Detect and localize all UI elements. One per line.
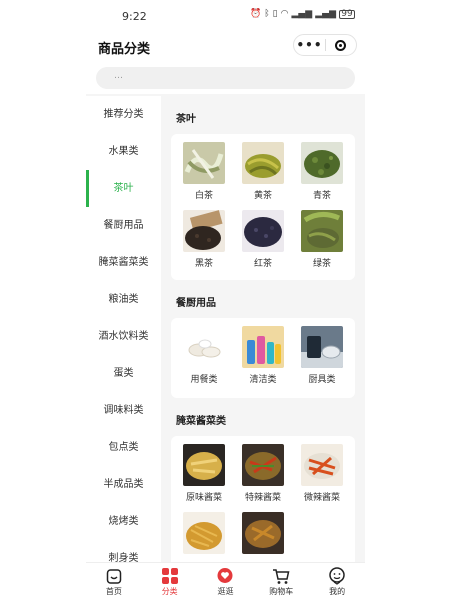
subcategory-label: 原味酱菜 <box>185 493 222 503</box>
yellow-tea-photo <box>242 142 284 184</box>
sidebar-item-tea[interactable]: 茶叶 <box>86 170 161 207</box>
red-tea-photo <box>242 210 284 252</box>
subcategory-label: 红茶 <box>253 259 272 269</box>
subcategory-label: 厨具类 <box>308 375 336 385</box>
subcategory-extra-spicy-pickles[interactable]: 特辣酱菜 <box>238 444 288 503</box>
mild-spicy-pickles-photo <box>301 444 343 486</box>
cleaning-bottles-photo <box>242 326 284 368</box>
section-title-tea: 茶叶 <box>176 114 196 125</box>
tab-browse[interactable]: 逛逛 <box>198 563 254 600</box>
page-title: 商品分类 <box>98 42 151 57</box>
sidebar-item-fruit[interactable]: 水果类 <box>86 133 161 170</box>
tab-label: 逛逛 <box>217 587 234 596</box>
search-input[interactable]: … <box>96 67 355 89</box>
profile-face-icon <box>328 567 346 585</box>
sidebar-item-pickles[interactable]: 腌菜酱菜类 <box>86 244 161 281</box>
subcategory-plain-pickles[interactable]: 原味酱菜 <box>179 444 229 503</box>
subcategory-yellow-tea[interactable]: 黄茶 <box>238 142 288 201</box>
wifi-icon: ◠ <box>280 9 289 19</box>
subcategory-label: 白茶 <box>194 191 213 201</box>
close-mini-program-button[interactable] <box>326 39 356 51</box>
subcategory-oolong-tea[interactable]: 青茶 <box>297 142 347 201</box>
subcategory-label: 特辣酱菜 <box>244 493 281 503</box>
sidebar-item-eggs[interactable]: 蛋类 <box>86 355 161 392</box>
category-sidebar: 推荐分类 水果类 茶叶 餐厨用品 腌菜酱菜类 粮油类 酒水饮料类 蛋类 调味料类… <box>86 96 161 562</box>
subcategory-tableware[interactable]: 用餐类 <box>179 326 229 385</box>
signal2-icon: ▂▄▆ <box>315 9 336 19</box>
section-title-kitchenware: 餐厨用品 <box>176 298 216 309</box>
subcategory-label: 微辣酱菜 <box>303 493 340 503</box>
tab-label: 我的 <box>329 587 346 596</box>
status-icons: ⏰ ᛒ ▯ ◠ ▂▄▆ ▂▄▆ 99 <box>250 9 355 19</box>
tab-category[interactable]: 分类 <box>142 563 198 600</box>
signal-icon: ▂▄▆ <box>291 9 313 19</box>
bluetooth-icon: ᛒ <box>264 9 270 19</box>
cookware-photo <box>301 326 343 368</box>
tableware-photo <box>183 326 225 368</box>
green-leaf-tea-photo <box>301 142 343 184</box>
subcategory-label: 用餐类 <box>190 375 218 385</box>
subcategory-label: 绿茶 <box>312 259 331 269</box>
tab-label: 分类 <box>161 587 178 596</box>
extra-spicy-pickles-photo <box>242 444 284 486</box>
subcategory-cookware[interactable]: 厨具类 <box>297 326 347 385</box>
subcategory-dark-tea[interactable]: 黑茶 <box>179 210 229 269</box>
subcategory-label: 清洁类 <box>249 375 277 385</box>
cart-icon <box>272 567 290 585</box>
sidebar-item-grain-oil[interactable]: 粮油类 <box>86 281 161 318</box>
section-title-pickles: 腌菜酱菜类 <box>176 416 226 427</box>
pickled-strips-photo <box>183 512 225 554</box>
vibrate-icon: ▯ <box>272 9 278 19</box>
app-screen: 9:22 ⏰ ᛒ ▯ ◠ ▂▄▆ ▂▄▆ 99 商品分类 ••• … 推荐分类 … <box>86 0 365 600</box>
tab-home[interactable]: 首页 <box>86 563 142 600</box>
plain-pickles-photo <box>183 444 225 486</box>
subcategory-red-tea[interactable]: 红茶 <box>238 210 288 269</box>
sidebar-item-semi-finished[interactable]: 半成品类 <box>86 466 161 503</box>
subcategory-pickled-mix[interactable] <box>238 512 288 558</box>
subcategory-green-tea[interactable]: 绿茶 <box>297 210 347 269</box>
category-grid-icon <box>161 567 179 585</box>
sidebar-item-kitchenware[interactable]: 餐厨用品 <box>86 207 161 244</box>
tab-label: 购物车 <box>269 587 294 596</box>
subcategory-label: 青茶 <box>312 191 331 201</box>
pickles-card: 原味酱菜 特辣酱菜 微辣酱菜 <box>171 436 355 562</box>
smile-bag-icon <box>105 567 123 585</box>
sidebar-item-seasoning[interactable]: 调味料类 <box>86 392 161 429</box>
tab-profile[interactable]: 我的 <box>309 563 365 600</box>
green-tea-photo <box>301 210 343 252</box>
subcategory-mild-spicy-pickles[interactable]: 微辣酱菜 <box>297 444 347 503</box>
subcategory-label: 黄茶 <box>253 191 272 201</box>
tab-label: 首页 <box>105 587 122 596</box>
target-icon <box>335 39 347 51</box>
status-time: 9:22 <box>122 10 147 23</box>
white-tea-photo <box>183 142 225 184</box>
kitchenware-card: 用餐类 清洁类 厨具类 <box>171 318 355 398</box>
pickled-mix-photo <box>242 512 284 554</box>
subcategory-cleaning[interactable]: 清洁类 <box>238 326 288 385</box>
subcategory-white-tea[interactable]: 白茶 <box>179 142 229 201</box>
sidebar-item-bbq[interactable]: 烧烤类 <box>86 503 161 540</box>
sidebar-item-drinks[interactable]: 酒水饮料类 <box>86 318 161 355</box>
sidebar-item-buns[interactable]: 包点类 <box>86 429 161 466</box>
mini-program-capsule: ••• <box>293 34 357 56</box>
search-bar-container: … <box>86 62 365 94</box>
more-icon[interactable]: ••• <box>294 35 325 55</box>
tab-cart[interactable]: 购物车 <box>253 563 309 600</box>
search-placeholder: … <box>114 71 124 81</box>
black-tea-photo <box>183 210 225 252</box>
nav-bar: 商品分类 ••• <box>86 30 365 62</box>
heart-chat-icon <box>216 567 234 585</box>
sidebar-item-recommend[interactable]: 推荐分类 <box>86 96 161 133</box>
sidebar-item-sashimi[interactable]: 刺身类 <box>86 540 161 562</box>
status-bar: 9:22 ⏰ ᛒ ▯ ◠ ▂▄▆ ▂▄▆ 99 <box>86 0 365 30</box>
battery-icon: 99 <box>339 9 355 19</box>
category-content: 茶叶 白茶 黄茶 青茶 黑茶 红茶 绿茶 餐厨用品 用餐类 清洁类 厨具类 腌菜… <box>165 96 361 562</box>
subcategory-label: 黑茶 <box>194 259 213 269</box>
tea-card: 白茶 黄茶 青茶 黑茶 红茶 绿茶 <box>171 134 355 280</box>
alarm-icon: ⏰ <box>250 9 262 19</box>
subcategory-pickled-strips[interactable] <box>179 512 229 558</box>
bottom-tab-bar: 首页 分类 逛逛 购物车 我的 <box>86 562 365 600</box>
